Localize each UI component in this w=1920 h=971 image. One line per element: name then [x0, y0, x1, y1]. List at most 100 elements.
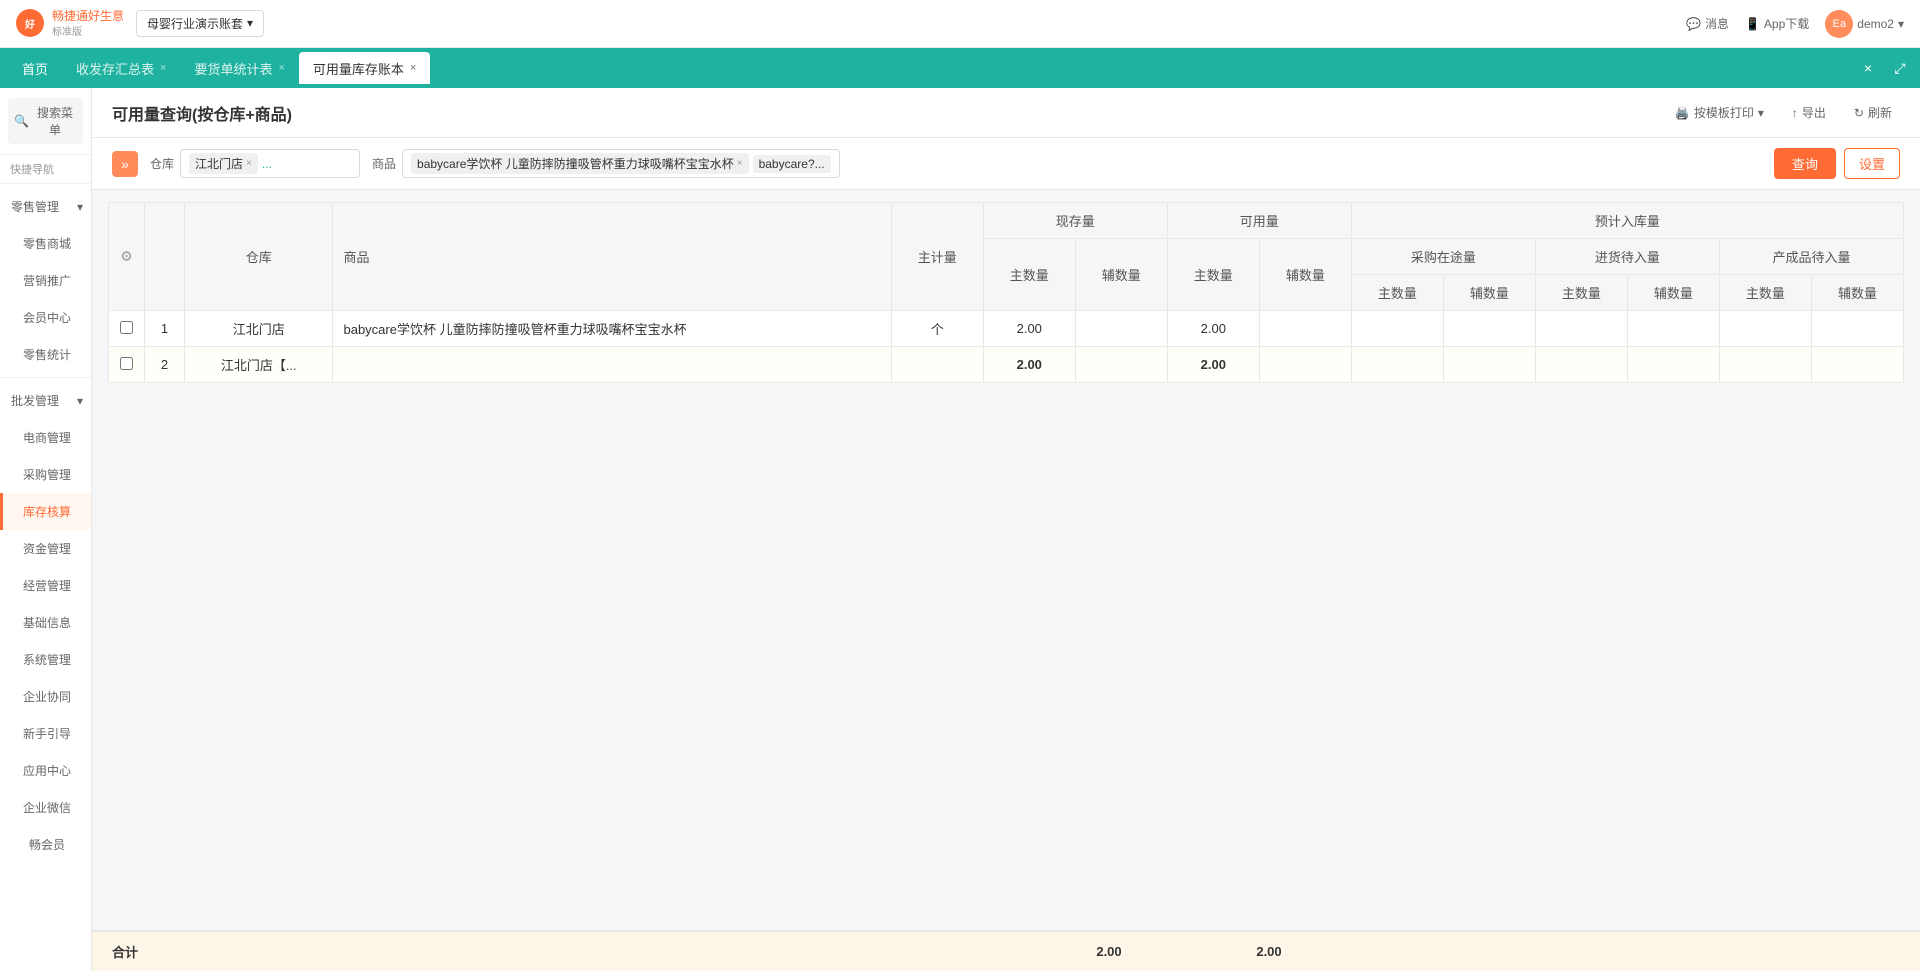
logo-sub: 标准版 [52, 23, 124, 38]
warehouse-filter-more[interactable]: ... [262, 157, 272, 171]
th-expected-in: 预计入库量 [1351, 203, 1903, 239]
th-incoming-pending: 进货待入量 [1535, 239, 1719, 275]
user-menu[interactable]: Ea demo2 ▾ [1825, 10, 1904, 38]
row1-current-aux [1075, 311, 1167, 347]
sidebar-item-wholesale[interactable]: 批发管理 ▾ [0, 382, 91, 419]
sidebar-divider2 [0, 377, 91, 378]
sidebar-item-zero-stats-label: 零售统计 [23, 348, 71, 362]
user-name: demo2 [1857, 17, 1894, 31]
tab-controls: × ⤢ [1856, 56, 1912, 80]
print-button[interactable]: 🖨️ 按模板打印 ▾ [1667, 100, 1772, 125]
app-download-button[interactable]: 📱 App下载 [1745, 15, 1809, 32]
app-download-label: App下载 [1764, 15, 1809, 32]
sidebar-item-zero-mall-label: 零售商城 [23, 237, 71, 251]
table-settings-icon[interactable]: ⚙ [120, 248, 133, 264]
sidebar-item-operations-label: 经营管理 [23, 579, 71, 593]
sidebar-item-zero-stats[interactable]: 零售统计 [0, 336, 91, 373]
avatar-text: Ea [1833, 18, 1846, 30]
warehouse-filter-input[interactable]: 江北门店 × ... [180, 149, 360, 178]
warehouse-tag-close[interactable]: × [246, 158, 252, 169]
sidebar-item-purchase[interactable]: 采购管理 [0, 456, 91, 493]
query-button[interactable]: 查询 [1774, 148, 1836, 179]
sidebar-item-zero-sales-label: 零售管理 [11, 198, 59, 215]
sidebar-item-wechat[interactable]: 企业微信 [0, 789, 91, 826]
sidebar-item-finance[interactable]: 资金管理 [0, 530, 91, 567]
sidebar-item-zero-sales[interactable]: 零售管理 ▾ [0, 188, 91, 225]
sidebar-item-app-center[interactable]: 应用中心 [0, 752, 91, 789]
sidebar-item-system[interactable]: 系统管理 [0, 641, 91, 678]
sidebar-item-enterprise[interactable]: 企业协同 [0, 678, 91, 715]
row1-avail-aux [1259, 311, 1351, 347]
product-filter-group: 商品 babycare学饮杯 儿童防摔防撞吸管杯重力球吸嘴杯宝宝水杯 × bab… [372, 149, 840, 178]
sidebar-item-enterprise-label: 企业协同 [23, 690, 71, 704]
chevron-down-icon2: ▾ [77, 394, 83, 408]
sidebar-item-finance-label: 资金管理 [23, 542, 71, 556]
sidebar-item-inventory-label: 库存核算 [23, 505, 71, 519]
table-row: 1 江北门店 babycare学饮杯 儿童防摔防撞吸管杯重力球吸嘴杯宝宝水杯 个… [109, 311, 1904, 347]
table-row: 2 江北门店【... 2.00 2.00 [109, 347, 1904, 383]
row1-warehouse: 江北门店 [185, 311, 333, 347]
filter-bar: » 仓库 江北门店 × ... 商品 babycare学饮杯 儿童防摔防撞吸管杯… [92, 138, 1920, 190]
row2-current-aux [1075, 347, 1167, 383]
product-filter-input[interactable]: babycare学饮杯 儿童防摔防撞吸管杯重力球吸嘴杯宝宝水杯 × babyca… [402, 149, 840, 178]
tab-maximize-button[interactable]: ⤢ [1888, 56, 1912, 80]
tab-receipt-summary-label: 收发存汇总表 [76, 59, 154, 78]
sidebar-item-system-label: 系统管理 [23, 653, 71, 667]
tab-close-all-button[interactable]: × [1856, 56, 1880, 80]
row1-checkbox[interactable] [120, 321, 133, 334]
search-menu-button[interactable]: 🔍 搜索菜单 [8, 98, 83, 144]
sidebar-item-operations[interactable]: 经营管理 [0, 567, 91, 604]
row1-product: babycare学饮杯 儿童防摔防撞吸管杯重力球吸嘴杯宝宝水杯 [333, 311, 891, 347]
tab-receipt-summary-close[interactable]: × [160, 62, 166, 74]
sidebar-item-ecommerce[interactable]: 电商管理 [0, 419, 91, 456]
product-tag1-close[interactable]: × [737, 158, 743, 169]
filter-toggle-button[interactable]: » [112, 151, 138, 177]
footer-total-row: 合计 2.00 2.00 [92, 930, 1920, 971]
chevron-down-icon: ▾ [77, 200, 83, 214]
sidebar-item-member-label: 会员中心 [23, 311, 71, 325]
th-product-aux: 辅数量 [1811, 275, 1903, 311]
row2-avail-main: 2.00 [1167, 347, 1259, 383]
tab-order-stats-close[interactable]: × [278, 62, 284, 74]
sidebar-divider [0, 183, 91, 184]
sidebar-item-base-info[interactable]: 基础信息 [0, 604, 91, 641]
sidebar-item-wholesale-label: 批发管理 [11, 392, 59, 409]
message-button[interactable]: 💬 消息 [1686, 15, 1729, 32]
sidebar-item-ecommerce-label: 电商管理 [23, 431, 71, 445]
sidebar-item-zero-mall[interactable]: 零售商城 [0, 225, 91, 262]
row2-checkbox[interactable] [120, 357, 133, 370]
th-current-aux: 辅数量 [1075, 239, 1167, 311]
row2-check[interactable] [109, 347, 145, 383]
sidebar-item-marketing[interactable]: 营销推广 [0, 262, 91, 299]
sidebar-item-member[interactable]: 会员中心 [0, 299, 91, 336]
sidebar-item-member2[interactable]: 畅会员 [0, 826, 91, 863]
tab-available-inventory[interactable]: 可用量库存账本 × [299, 52, 430, 84]
product-filter-label: 商品 [372, 155, 396, 172]
th-main-unit: 主计量 [891, 203, 983, 311]
row1-purchase-aux [1443, 311, 1535, 347]
sidebar: 🔍 搜索菜单 快捷导航 零售管理 ▾ 零售商城 营销推广 会员中心 零售统计 批… [0, 88, 92, 971]
th-purchase-main: 主数量 [1351, 275, 1443, 311]
sidebar-nav-label: 快捷导航 [0, 155, 91, 179]
refresh-button[interactable]: ↻ 刷新 [1846, 100, 1900, 125]
tab-order-stats[interactable]: 要货单统计表 × [180, 52, 298, 84]
industry-select[interactable]: 母婴行业演示账套 ▾ [136, 10, 264, 37]
th-current-main: 主数量 [983, 239, 1075, 311]
tab-receipt-summary[interactable]: 收发存汇总表 × [62, 52, 180, 84]
data-table: ⚙ 仓库 商品 主计量 现存量 可用量 预计入库量 主数量 辅数量 主数量 [108, 202, 1904, 383]
row2-purchase-aux [1443, 347, 1535, 383]
settings-button[interactable]: 设置 [1844, 148, 1900, 179]
row1-check[interactable] [109, 311, 145, 347]
export-button[interactable]: ↑ 导出 [1784, 100, 1834, 125]
warehouse-tag: 江北门店 × [189, 153, 258, 174]
chevron-down-icon3: ▾ [1758, 106, 1764, 120]
sidebar-item-inventory[interactable]: 库存核算 [0, 493, 91, 530]
row1-avail-main: 2.00 [1167, 311, 1259, 347]
sidebar-item-new-guide[interactable]: 新手引导 [0, 715, 91, 752]
tab-available-inventory-close[interactable]: × [410, 62, 416, 74]
tab-home[interactable]: 首页 [8, 52, 62, 84]
logo-text-block: 畅捷通好生意 标准版 [52, 9, 124, 38]
sidebar-item-member2-label: 畅会员 [29, 838, 65, 852]
page-actions: 🖨️ 按模板打印 ▾ ↑ 导出 ↻ 刷新 [1667, 100, 1900, 125]
main-layout: 🔍 搜索菜单 快捷导航 零售管理 ▾ 零售商城 营销推广 会员中心 零售统计 批… [0, 88, 1920, 971]
